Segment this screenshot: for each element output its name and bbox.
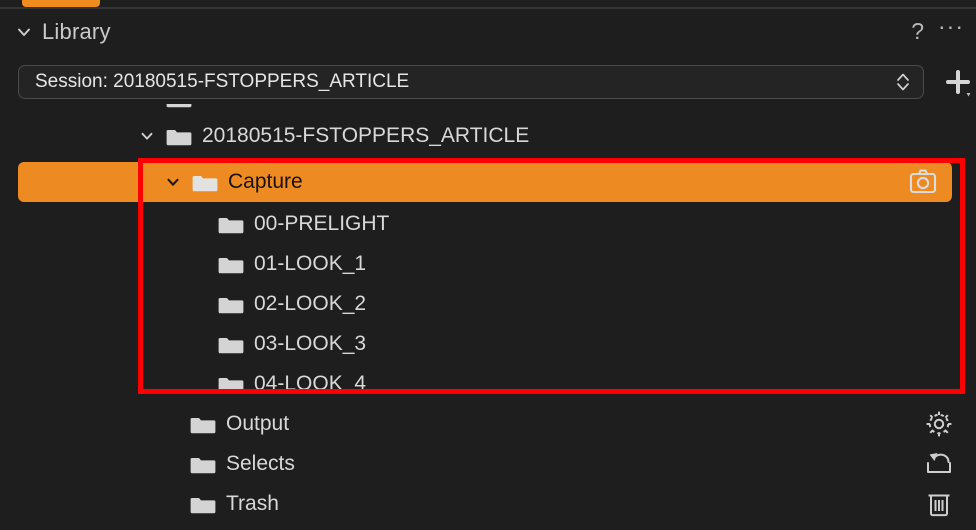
clipped-row-above xyxy=(0,104,976,116)
active-tab-indicator xyxy=(22,0,100,7)
folder-icon xyxy=(190,454,216,474)
tree-row-label: Output xyxy=(226,412,290,435)
tree-row-child[interactable]: 01-LOOK_1 xyxy=(0,244,976,284)
tree-row-selects[interactable]: Selects xyxy=(0,444,976,484)
chevron-down-icon[interactable] xyxy=(14,22,34,42)
tree-row-child[interactable]: 00-PRELIGHT xyxy=(0,204,976,244)
folder-icon xyxy=(190,414,216,434)
folder-icon xyxy=(218,334,244,354)
tree-row-label: 01-LOOK_1 xyxy=(254,252,367,275)
trash-icon[interactable] xyxy=(924,489,954,519)
tree-row-child[interactable]: 04-LOOK_4 xyxy=(0,364,976,404)
tree-row-capture-selected[interactable]: Capture xyxy=(18,162,952,202)
folder-icon xyxy=(190,494,216,514)
folder-tree: 20180515-FSTOPPERS_ARTICLE Capture 00-PR… xyxy=(0,104,976,530)
panel-header: Library ? ··· xyxy=(0,9,976,54)
session-bar: Session: 20180515-FSTOPPERS_ARTICLE xyxy=(0,62,976,102)
tree-row-child[interactable]: 03-LOOK_3 xyxy=(0,324,976,364)
tree-row-root[interactable]: 20180515-FSTOPPERS_ARTICLE xyxy=(0,116,976,156)
camera-icon[interactable] xyxy=(908,168,938,196)
folder-icon xyxy=(192,172,218,192)
tree-row-label: Capture xyxy=(228,170,303,193)
folder-icon xyxy=(218,374,244,394)
folder-icon xyxy=(218,214,244,234)
folder-icon xyxy=(218,254,244,274)
gear-icon[interactable] xyxy=(924,409,954,439)
more-options-icon[interactable]: ··· xyxy=(938,15,964,38)
help-icon[interactable]: ? xyxy=(907,20,928,43)
tree-row-label: 02-LOOK_2 xyxy=(254,292,367,315)
tree-row-label: 20180515-FSTOPPERS_ARTICLE xyxy=(202,124,530,147)
tree-row-label: 03-LOOK_3 xyxy=(254,332,367,355)
folder-icon xyxy=(218,294,244,314)
folder-icon xyxy=(166,104,192,113)
session-select-value: Session: 20180515-FSTOPPERS_ARTICLE xyxy=(35,71,410,92)
library-panel: Library ? ··· Session: 20180515-FSTOPPER… xyxy=(0,0,976,530)
tree-row-label: 00-PRELIGHT xyxy=(254,212,390,235)
add-session-button[interactable] xyxy=(944,62,976,102)
tree-row-label: Trash xyxy=(226,492,279,515)
chevron-down-icon[interactable] xyxy=(136,125,158,147)
tree-row-label: 04-LOOK_4 xyxy=(254,372,367,395)
tree-row-trash[interactable]: Trash xyxy=(0,484,976,524)
stepper-up-down-icon[interactable] xyxy=(895,70,911,94)
tree-row-child[interactable]: 02-LOOK_2 xyxy=(0,284,976,324)
folder-icon xyxy=(166,126,192,146)
move-to-icon[interactable] xyxy=(924,449,954,479)
page-title: Library xyxy=(42,18,111,44)
tree-row-output[interactable]: Output xyxy=(0,404,976,444)
tree-row-label: Selects xyxy=(226,452,295,475)
chevron-down-icon[interactable] xyxy=(162,171,184,193)
session-select[interactable]: Session: 20180515-FSTOPPERS_ARTICLE xyxy=(18,65,924,99)
